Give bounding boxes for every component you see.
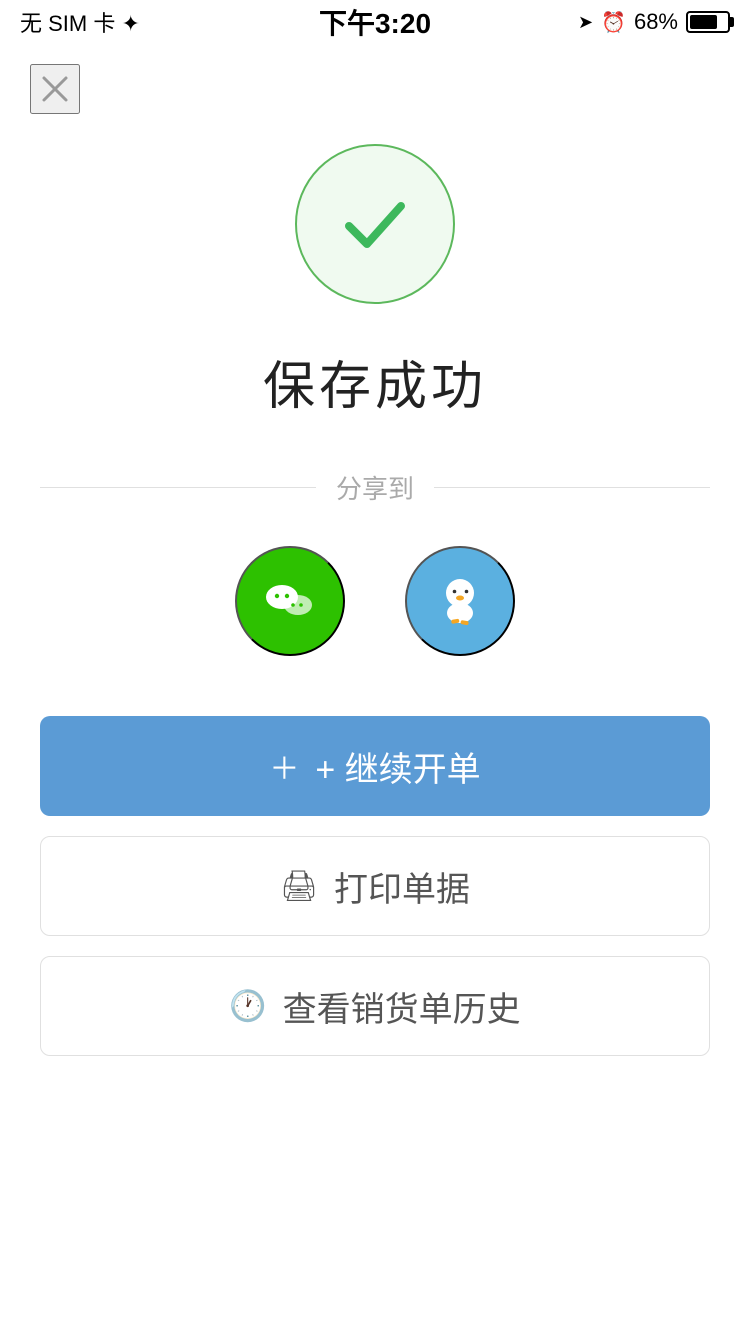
status-left: 无 SIM 卡 ✦ — [20, 6, 140, 38]
print-label: 打印单据 — [334, 862, 470, 911]
wechat-share-button[interactable] — [235, 546, 345, 656]
print-button[interactable]: 🖨 打印单据 — [40, 836, 710, 936]
continue-order-button[interactable]: ＋ + 继续开单 — [40, 716, 710, 816]
history-label: 查看销货单历史 — [283, 982, 521, 1031]
clock-icon: 🕐 — [229, 989, 266, 1024]
success-icon-circle — [295, 144, 455, 304]
share-divider: 分享到 — [40, 469, 710, 506]
share-icons — [40, 546, 710, 656]
close-area — [0, 44, 750, 124]
checkmark-icon — [335, 184, 415, 264]
actions: ＋ + 继续开单 🖨 打印单据 🕐 查看销货单历史 — [40, 716, 710, 1056]
continue-order-label: + 继续开单 — [315, 742, 480, 791]
status-bar: 无 SIM 卡 ✦ 下午3:20 ➤ ⏰ 68% — [0, 0, 750, 44]
sim-signal-text: 无 SIM 卡 ✦ — [20, 6, 140, 38]
wechat-icon — [260, 571, 320, 631]
qq-share-button[interactable] — [405, 546, 515, 656]
close-button[interactable] — [30, 64, 80, 114]
alarm-icon: ⏰ — [601, 10, 626, 35]
main-content: 保存成功 分享到 — [0, 124, 750, 1334]
printer-icon: 🖨 — [280, 869, 318, 904]
location-icon: ➤ — [578, 12, 593, 33]
status-time: 下午3:20 — [319, 2, 431, 42]
share-section: 分享到 — [40, 469, 710, 656]
plus-icon: ＋ — [269, 744, 299, 788]
battery-text: 68% — [634, 9, 678, 35]
history-button[interactable]: 🕐 查看销货单历史 — [40, 956, 710, 1056]
success-title: 保存成功 — [263, 344, 487, 419]
qq-icon — [430, 571, 490, 631]
share-label: 分享到 — [336, 469, 414, 506]
status-right: ➤ ⏰ 68% — [578, 9, 730, 35]
battery-icon — [686, 11, 730, 33]
